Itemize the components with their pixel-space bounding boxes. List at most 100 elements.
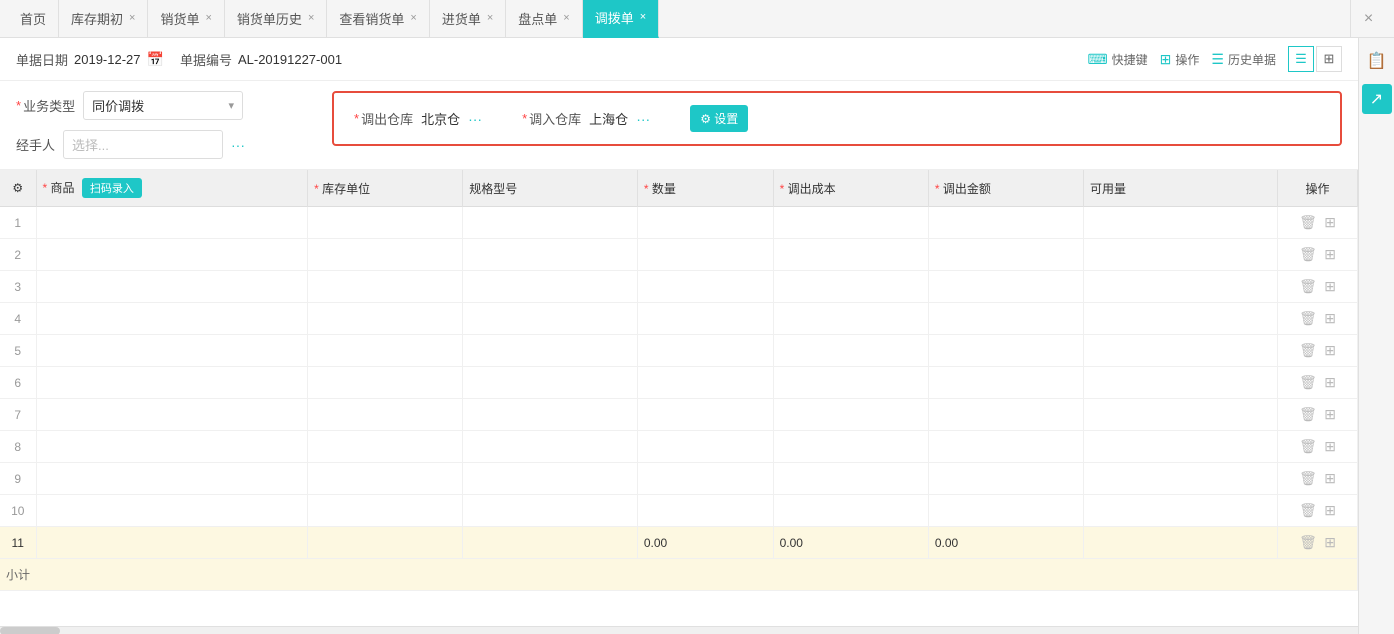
amount-cell[interactable] xyxy=(928,495,1083,527)
sidebar-expand-icon[interactable]: ↗ xyxy=(1362,84,1392,114)
goods-cell[interactable] xyxy=(36,399,308,431)
amount-cell[interactable] xyxy=(928,463,1083,495)
tab-home[interactable]: 首页 xyxy=(8,0,59,38)
copy-icon[interactable]: ⊞ xyxy=(1324,470,1336,486)
amount-cell[interactable] xyxy=(928,367,1083,399)
business-type-select[interactable]: 同价调拨 ▾ xyxy=(83,91,243,120)
delete-icon[interactable]: 🗑 xyxy=(1299,214,1317,230)
cost-cell[interactable] xyxy=(773,431,928,463)
delete-icon[interactable]: 🗑 xyxy=(1299,502,1317,518)
copy-icon[interactable]: ⊞ xyxy=(1324,214,1336,230)
spec-cell[interactable] xyxy=(463,431,638,463)
tab-sales-order[interactable]: 销货单 × xyxy=(148,0,224,38)
copy-icon[interactable]: ⊞ xyxy=(1324,438,1336,454)
qty-cell[interactable] xyxy=(637,335,773,367)
amount-cell[interactable] xyxy=(928,431,1083,463)
qty-cell[interactable] xyxy=(637,463,773,495)
tab-inventory-check[interactable]: 盘点单 × xyxy=(506,0,582,38)
copy-icon[interactable]: ⊞ xyxy=(1324,310,1336,326)
amount-cell[interactable] xyxy=(928,239,1083,271)
qty-cell[interactable] xyxy=(637,207,773,239)
amount-cell[interactable] xyxy=(928,399,1083,431)
gear-icon[interactable]: ⚙ xyxy=(12,181,23,195)
unit-cell[interactable] xyxy=(308,399,463,431)
goods-cell[interactable] xyxy=(36,271,308,303)
qty-cell[interactable] xyxy=(637,495,773,527)
goods-cell[interactable] xyxy=(36,367,308,399)
layout-btn-list[interactable]: ☰ xyxy=(1288,46,1314,72)
close-icon[interactable]: × xyxy=(487,13,493,24)
cost-cell[interactable] xyxy=(773,239,928,271)
tab-transfer[interactable]: 调拨单 × xyxy=(583,0,659,38)
unit-cell[interactable] xyxy=(308,367,463,399)
amount-cell[interactable] xyxy=(928,303,1083,335)
scrollbar-thumb[interactable] xyxy=(0,627,60,634)
close-icon[interactable]: × xyxy=(308,13,314,24)
unit-cell[interactable] xyxy=(308,463,463,495)
delete-icon[interactable]: 🗑 xyxy=(1299,438,1317,454)
qty-cell[interactable] xyxy=(637,271,773,303)
amount-cell[interactable] xyxy=(928,207,1083,239)
unit-cell[interactable] xyxy=(308,303,463,335)
close-icon[interactable]: × xyxy=(410,13,416,24)
operations-button[interactable]: ⊞ 操作 xyxy=(1160,51,1200,68)
cost-cell[interactable] xyxy=(773,271,928,303)
copy-icon[interactable]: ⊞ xyxy=(1324,278,1336,294)
cost-cell[interactable] xyxy=(773,335,928,367)
warehouse-in-more-icon[interactable]: ··· xyxy=(636,111,650,127)
spec-cell[interactable] xyxy=(463,367,638,399)
close-icon[interactable]: × xyxy=(129,13,135,24)
close-icon[interactable]: × xyxy=(563,13,569,24)
spec-cell[interactable] xyxy=(463,239,638,271)
copy-icon[interactable]: ⊞ xyxy=(1324,246,1336,262)
goods-cell[interactable] xyxy=(36,463,308,495)
close-icon[interactable]: × xyxy=(205,13,211,24)
close-all-button[interactable]: × xyxy=(1350,0,1386,38)
cost-cell[interactable] xyxy=(773,367,928,399)
qty-cell[interactable] xyxy=(637,367,773,399)
cost-cell[interactable] xyxy=(773,399,928,431)
scan-button[interactable]: 扫码录入 xyxy=(82,178,142,198)
copy-icon[interactable]: ⊞ xyxy=(1324,342,1336,358)
handler-more-icon[interactable]: ··· xyxy=(231,137,245,153)
unit-cell[interactable] xyxy=(308,495,463,527)
tab-inventory-init[interactable]: 库存期初 × xyxy=(59,0,148,38)
tab-sales-history[interactable]: 销货单历史 × xyxy=(225,0,327,38)
spec-cell[interactable] xyxy=(463,207,638,239)
goods-cell[interactable] xyxy=(36,207,308,239)
delete-icon[interactable]: 🗑 xyxy=(1299,374,1317,390)
spec-cell[interactable] xyxy=(463,463,638,495)
cost-cell[interactable] xyxy=(773,495,928,527)
delete-icon[interactable]: 🗑 xyxy=(1299,534,1317,550)
spec-cell[interactable] xyxy=(463,495,638,527)
spec-cell[interactable] xyxy=(463,271,638,303)
qty-cell[interactable] xyxy=(637,399,773,431)
shortcuts-button[interactable]: ⌨ 快捷键 xyxy=(1087,51,1147,68)
copy-icon[interactable]: ⊞ xyxy=(1324,374,1336,390)
tab-view-sales[interactable]: 查看销货单 × xyxy=(327,0,429,38)
sidebar-docs-icon[interactable]: 📋 xyxy=(1362,46,1392,76)
qty-cell[interactable] xyxy=(637,303,773,335)
unit-cell[interactable] xyxy=(308,431,463,463)
cost-cell[interactable] xyxy=(773,463,928,495)
cost-cell[interactable] xyxy=(773,207,928,239)
scrollbar-track[interactable] xyxy=(0,626,1358,634)
copy-icon[interactable]: ⊞ xyxy=(1324,502,1336,518)
amount-cell[interactable] xyxy=(928,335,1083,367)
unit-cell[interactable] xyxy=(308,271,463,303)
spec-cell[interactable] xyxy=(463,399,638,431)
spec-cell[interactable] xyxy=(463,335,638,367)
calendar-icon[interactable]: 📅 xyxy=(147,51,164,68)
goods-cell[interactable] xyxy=(36,431,308,463)
goods-cell[interactable] xyxy=(36,239,308,271)
delete-icon[interactable]: 🗑 xyxy=(1299,278,1317,294)
qty-cell[interactable] xyxy=(637,431,773,463)
goods-cell[interactable] xyxy=(36,335,308,367)
copy-icon[interactable]: ⊞ xyxy=(1324,406,1336,422)
unit-cell[interactable] xyxy=(308,335,463,367)
handler-select[interactable]: 选择... xyxy=(63,130,223,159)
close-icon[interactable]: × xyxy=(640,12,646,23)
warehouse-out-more-icon[interactable]: ··· xyxy=(468,111,482,127)
goods-cell[interactable] xyxy=(36,495,308,527)
spec-cell[interactable] xyxy=(463,303,638,335)
